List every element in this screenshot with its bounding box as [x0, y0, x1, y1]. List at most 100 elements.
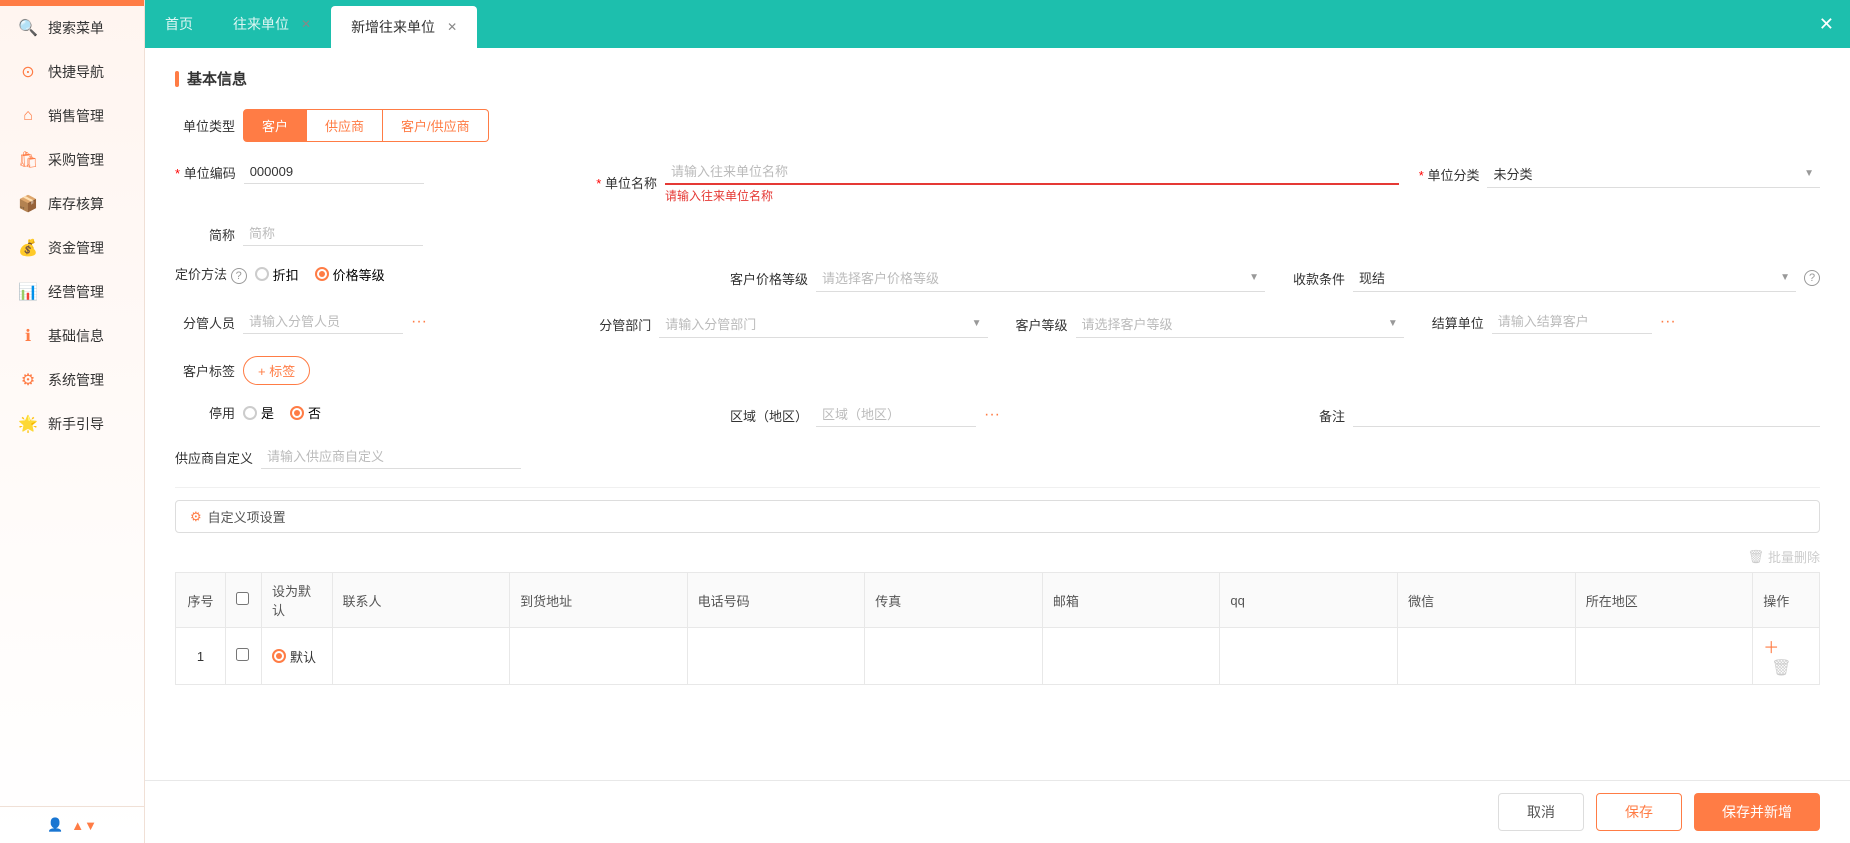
row-contact-input[interactable]: [343, 649, 500, 664]
customer-price-level-select[interactable]: 请选择客户价格等级 ▼: [816, 264, 1265, 292]
sidebar-item-guide[interactable]: 🌟 新手引导: [0, 402, 144, 446]
sidebar-label-inventory: 库存核算: [48, 194, 104, 214]
row-address-input[interactable]: [520, 649, 677, 664]
region-input[interactable]: [816, 403, 976, 427]
supplier-custom-row: 供应商自定义: [175, 445, 1820, 469]
sidebar-item-purchase[interactable]: 🛍 采购管理: [0, 138, 144, 182]
disabled-radio-no-label: 否: [308, 403, 321, 422]
unit-type-buttons: 客户 供应商 客户/供应商: [243, 109, 489, 142]
close-all-button[interactable]: ✕: [1803, 0, 1850, 48]
inventory-icon: 📦: [18, 194, 38, 214]
manager-input[interactable]: [243, 310, 403, 334]
disabled-radio-yes[interactable]: 是: [243, 403, 274, 422]
row-delete-button[interactable]: 🗑: [1771, 660, 1791, 677]
add-tag-button[interactable]: + 标签: [243, 356, 310, 385]
customer-level-select[interactable]: 请选择客户等级 ▼: [1076, 310, 1404, 338]
guide-icon: 🌟: [18, 414, 38, 434]
customer-level-value: 请选择客户等级: [1082, 314, 1388, 333]
manager-more-icon[interactable]: ···: [411, 313, 427, 331]
col-phone: 电话号码: [687, 573, 865, 628]
sidebar-label-guide: 新手引导: [48, 414, 104, 434]
payment-terms-select[interactable]: 现结 ▼: [1353, 264, 1796, 292]
tag-row: 客户标签 + 标签: [175, 356, 1820, 385]
payment-terms-label: 收款条件: [1285, 269, 1345, 288]
row-no: 1: [176, 628, 226, 685]
row-region-input[interactable]: [1586, 649, 1743, 664]
department-label: 分管部门: [591, 315, 651, 334]
settlement-unit-input[interactable]: [1492, 310, 1652, 334]
pricing-help-icon[interactable]: ?: [231, 268, 247, 284]
payment-terms-chevron: ▼: [1780, 272, 1790, 283]
unit-category-select[interactable]: 未分类 ▼: [1487, 160, 1820, 188]
main-area: 首页 往来单位 ✕ 新增往来单位 ✕ ✕ 基本信息 单位类型 客户 供应商 客户…: [145, 0, 1850, 843]
unit-category-value: 未分类: [1493, 164, 1804, 183]
row-fax-input[interactable]: [875, 649, 1032, 664]
row-email-input[interactable]: [1053, 649, 1210, 664]
pricing-row: 定价方法 ? 折扣 价格等级 客户价格等级: [175, 264, 1820, 292]
supplier-custom-field: 供应商自定义: [175, 445, 1820, 469]
row-default-radio-circle: [272, 649, 286, 663]
batch-delete-row: 🗑 批量删除: [175, 547, 1820, 566]
save-button[interactable]: 保存: [1596, 793, 1682, 831]
pricing-radio-group: 折扣 价格等级: [255, 265, 385, 284]
custom-settings-button[interactable]: ⚙ 自定义项设置: [175, 500, 1820, 533]
unit-code-input[interactable]: [244, 160, 424, 184]
pricing-radio-level[interactable]: 价格等级: [315, 265, 385, 284]
disabled-radio-yes-circle: [243, 406, 257, 420]
customer-level-label: 客户等级: [1008, 315, 1068, 334]
sidebar-item-system[interactable]: ⚙ 系统管理: [0, 358, 144, 402]
sidebar-item-inventory[interactable]: 📦 库存核算: [0, 182, 144, 226]
row-wechat-input[interactable]: [1408, 649, 1565, 664]
disabled-radio-no[interactable]: 否: [290, 403, 321, 422]
unit-name-input[interactable]: [665, 160, 1399, 185]
tab-new-partner-close-icon[interactable]: ✕: [447, 20, 457, 34]
sidebar-item-search[interactable]: 🔍 搜索菜单: [0, 6, 144, 50]
supplier-custom-input[interactable]: [261, 445, 521, 469]
pricing-radio-discount[interactable]: 折扣: [255, 265, 299, 284]
row-default-label: 默认: [290, 647, 316, 666]
unit-btn-both[interactable]: 客户/供应商: [383, 109, 489, 142]
user-label: ▲▼: [71, 818, 97, 833]
department-select[interactable]: 请输入分管部门 ▼: [659, 310, 987, 338]
col-default: 设为默认: [262, 573, 333, 628]
sidebar-item-quick-nav[interactable]: ⊙ 快捷导航: [0, 50, 144, 94]
select-all-checkbox[interactable]: [236, 592, 249, 605]
sidebar-item-basic-info[interactable]: ℹ 基础信息: [0, 314, 144, 358]
cancel-button[interactable]: 取消: [1498, 793, 1584, 831]
row-checkbox[interactable]: [236, 648, 249, 661]
disabled-field: 停用 是 否: [175, 403, 710, 422]
sidebar-item-sales[interactable]: ⌂ 销售管理: [0, 94, 144, 138]
save-new-button[interactable]: 保存并新增: [1694, 793, 1820, 831]
unit-code-label: * 单位编码: [175, 163, 236, 182]
manager-label: 分管人员: [175, 313, 235, 332]
payment-terms-help-icon[interactable]: ?: [1804, 270, 1820, 286]
col-check: [226, 573, 262, 628]
batch-delete-button[interactable]: 🗑 批量删除: [1747, 547, 1820, 566]
col-no: 序号: [176, 573, 226, 628]
region-more-icon[interactable]: ···: [984, 406, 1000, 424]
tab-new-partner[interactable]: 新增往来单位 ✕: [331, 6, 477, 48]
tab-home[interactable]: 首页: [145, 0, 213, 48]
unit-btn-supplier[interactable]: 供应商: [307, 109, 383, 142]
unit-name-input-wrap: 请输入往来单位名称: [665, 160, 1399, 204]
sidebar-item-operations[interactable]: 📊 经营管理: [0, 270, 144, 314]
tab-partners-close-icon[interactable]: ✕: [301, 17, 311, 31]
unit-category-label: * 单位分类: [1419, 165, 1480, 184]
sidebar-item-finance[interactable]: 💰 资金管理: [0, 226, 144, 270]
tab-partners[interactable]: 往来单位 ✕: [213, 0, 331, 48]
disabled-radio-group: 是 否: [243, 403, 321, 422]
row-email: [1042, 628, 1220, 685]
form-content: 基本信息 单位类型 客户 供应商 客户/供应商 * 单位编码: [145, 48, 1850, 780]
short-name-input[interactable]: [243, 222, 423, 246]
remark-input[interactable]: [1353, 403, 1820, 427]
row-check: [226, 628, 262, 685]
disabled-label: 停用: [175, 403, 235, 422]
row-default-radio[interactable]: 默认: [272, 647, 322, 666]
row-add-button[interactable]: ＋: [1763, 640, 1779, 657]
sidebar-label-sales: 销售管理: [48, 106, 104, 126]
row-qq-input[interactable]: [1230, 649, 1387, 664]
unit-btn-customer[interactable]: 客户: [243, 109, 307, 142]
basic-info-icon: ℹ: [18, 326, 38, 346]
settlement-unit-more-icon[interactable]: ···: [1660, 313, 1676, 331]
row-phone-input[interactable]: [698, 649, 855, 664]
